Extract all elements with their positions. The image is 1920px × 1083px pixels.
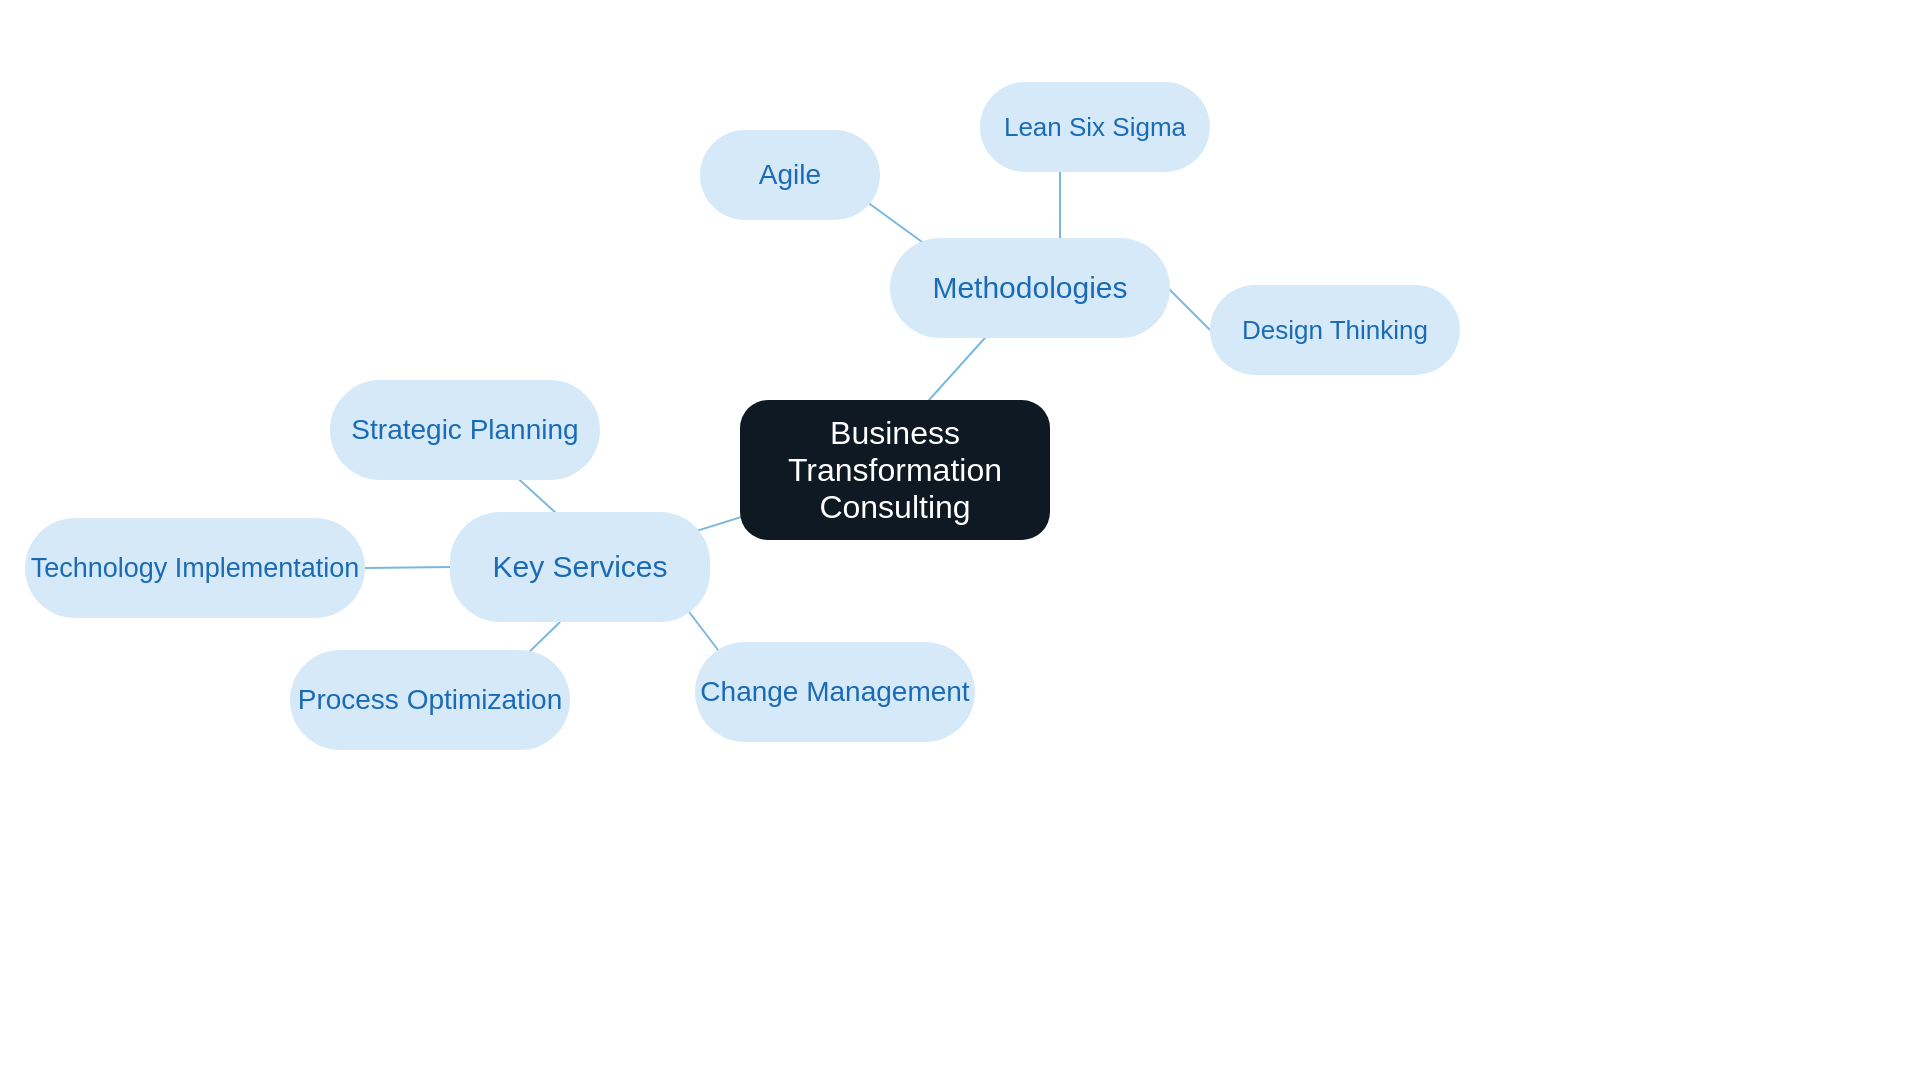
methodologies-node: Methodologies: [890, 238, 1170, 338]
strategic-planning-node: Strategic Planning: [330, 380, 600, 480]
agile-node: Agile: [700, 130, 880, 220]
technology-implementation-node: Technology Implementation: [25, 518, 365, 618]
key-services-node: Key Services: [450, 512, 710, 622]
lean-six-sigma-node: Lean Six Sigma: [980, 82, 1210, 172]
change-management-node: Change Management: [695, 642, 975, 742]
svg-line-8: [1168, 288, 1210, 330]
center-node: Business Transformation Consulting: [740, 400, 1050, 540]
process-optimization-node: Process Optimization: [290, 650, 570, 750]
svg-line-3: [365, 567, 450, 568]
design-thinking-node: Design Thinking: [1210, 285, 1460, 375]
